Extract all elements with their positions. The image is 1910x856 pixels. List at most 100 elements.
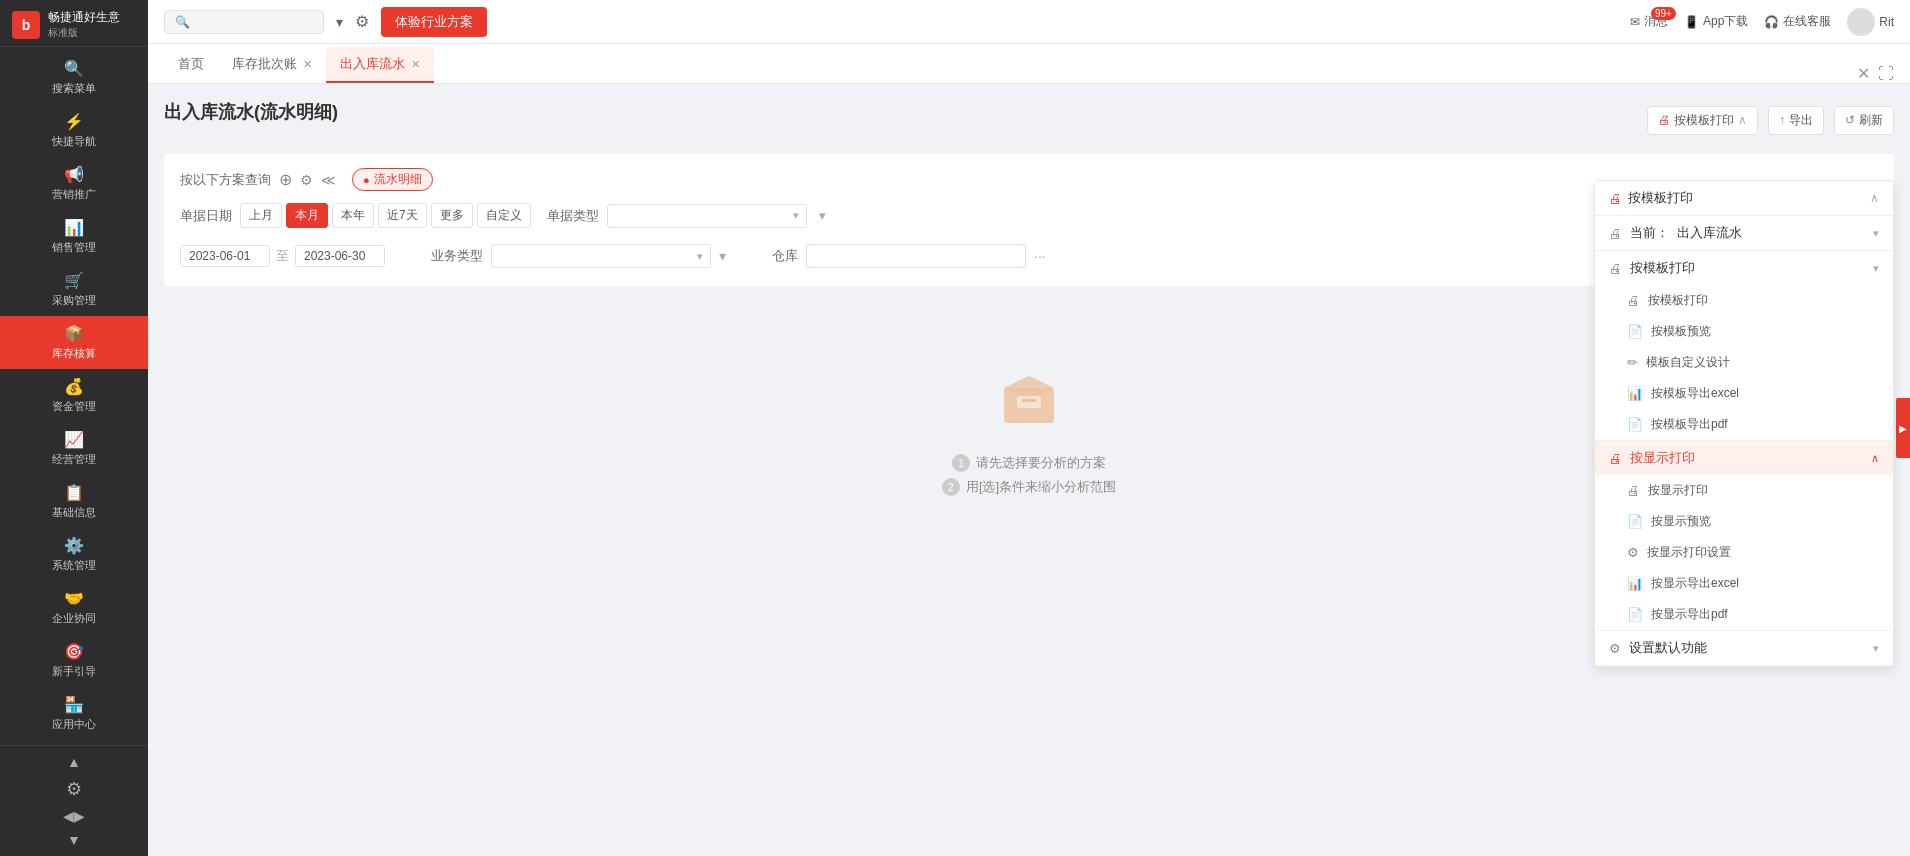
hint-2-num: 2 [942,478,960,496]
sidebar-item-label: 系统管理 [52,558,96,573]
print-label: 按模板打印 [1674,112,1734,129]
print-panel-current-header[interactable]: 🖨 当前： 出入库流水 ▾ [1595,216,1893,250]
sidebar-item-coop[interactable]: 🤝 企业协同 [0,581,148,634]
sidebar-item-appstore[interactable]: 🏪 应用中心 [0,687,148,740]
app-download-label: App下载 [1703,13,1748,30]
export-label: 导出 [1789,112,1813,129]
app-header: 🔍 ▾ ⚙ 体验行业方案 ✉ 消息 99+ 📱 App下载 🎧 在线客服 Rit [148,0,1910,44]
empty-hint-2: 2 用[选]条件来缩小分析范围 [942,478,1116,496]
template-custom-icon: ✏ [1627,355,1638,370]
message-button[interactable]: ✉ 消息 99+ [1630,13,1668,30]
refresh-button[interactable]: ↺ 刷新 [1834,106,1894,135]
sidebar-settings-icon[interactable]: ⚙ [66,778,82,800]
filter-tag-label: 流水明细 [374,171,422,188]
template-print-action-item[interactable]: 🖨 按模板打印 [1595,285,1893,316]
header-search-box[interactable]: 🔍 [164,10,324,34]
display-export-pdf-item[interactable]: 📄 按显示导出pdf [1595,599,1893,630]
date-current-month[interactable]: 本月 [286,203,328,228]
header-dropdown-icon[interactable]: ▾ [336,14,343,30]
sidebar-collapse-icon[interactable]: ◀▶ [63,808,85,824]
print-button[interactable]: 🖨 按模板打印 ∧ [1647,106,1758,135]
date-from-input[interactable] [180,245,270,267]
tab-flow-close[interactable]: ✕ [411,58,420,71]
print-panel-title: 🖨 按模板打印 [1609,189,1693,207]
date-options: 上月 本月 本年 近7天 更多 自定义 [240,203,531,228]
business-type-label: 业务类型 [431,247,483,265]
tab-close-all-icon[interactable]: ✕ [1857,64,1870,83]
print-icon: 🖨 [1658,113,1670,127]
tab-batch[interactable]: 库存批次账 ✕ [218,47,326,83]
date-current-year[interactable]: 本年 [332,203,374,228]
user-avatar-area[interactable]: Rit [1847,8,1894,36]
sales-icon: 📊 [64,218,84,237]
add-filter-icon[interactable]: ⊕ [279,170,292,189]
template-print-arrow: ▾ [1873,262,1879,275]
sidebar-item-basic[interactable]: 📋 基础信息 [0,475,148,528]
template-print-header[interactable]: 🖨 按模板打印 ▾ [1595,251,1893,285]
sidebar-item-operation[interactable]: 📈 经营管理 [0,422,148,475]
filter-settings-icon[interactable]: ⚙ [300,172,313,188]
tab-flow[interactable]: 出入库流水 ✕ [326,47,434,83]
trial-button[interactable]: 体验行业方案 [381,7,487,37]
sidebar-item-inventory[interactable]: 📦 库存核算 [0,316,148,369]
template-export-pdf-item[interactable]: 📄 按模板导出pdf [1595,409,1893,440]
header-settings-icon[interactable]: ⚙ [355,12,369,31]
display-preview-item[interactable]: 📄 按显示预览 [1595,506,1893,537]
print-panel-collapse-icon[interactable]: ∧ [1870,191,1879,205]
sidebar-item-search[interactable]: 🔍 搜索菜单 [0,51,148,104]
display-print-header[interactable]: 🖨 按显示打印 ∧ [1595,441,1893,475]
print-panel-current-title: 🖨 当前： 出入库流水 [1609,224,1742,242]
sidebar-item-sales[interactable]: 📊 销售管理 [0,210,148,263]
business-type-select-wrap [491,244,711,268]
sidebar-scroll-up[interactable]: ▲ [67,754,81,770]
date-custom[interactable]: 自定义 [477,203,531,228]
date-more[interactable]: 更多 [431,203,473,228]
app-download-button[interactable]: 📱 App下载 [1684,13,1748,30]
tab-home-label: 首页 [178,55,204,73]
filter-collapse-icon[interactable]: ≪ [321,172,336,188]
export-button[interactable]: ↑ 导出 [1768,106,1824,135]
set-default-arrow: ▾ [1873,642,1879,655]
tab-home[interactable]: 首页 [164,47,218,83]
display-print-arrow: ∧ [1871,452,1879,465]
guide-icon: 🎯 [64,642,84,661]
header-right: ✉ 消息 99+ 📱 App下载 🎧 在线客服 Rit [1630,8,1894,36]
display-print-settings-item[interactable]: ⚙ 按显示打印设置 [1595,537,1893,568]
empty-hint-1: 1 请先选择要分析的方案 [952,454,1106,472]
bill-type-more-icon[interactable]: ▾ [819,208,826,223]
sidebar-item-shortcut[interactable]: ⚡ 快捷导航 [0,104,148,157]
display-print-action-item[interactable]: 🖨 按显示打印 [1595,475,1893,506]
bill-type-select[interactable] [607,204,807,228]
display-export-excel-item[interactable]: 📊 按显示导出excel [1595,568,1893,599]
sidebar-item-system[interactable]: ⚙️ 系统管理 [0,528,148,581]
warehouse-input[interactable] [806,244,1026,268]
display-print-section-icon: 🖨 [1609,451,1622,466]
sidebar-item-label: 销售管理 [52,240,96,255]
tab-maximize-icon[interactable]: ⛶ [1878,65,1894,83]
template-export-pdf-icon: 📄 [1627,417,1643,432]
template-preview-item[interactable]: 📄 按模板预览 [1595,316,1893,347]
filter-tag[interactable]: ● 流水明细 [352,168,433,191]
warehouse-dots-icon[interactable]: ··· [1034,248,1046,264]
date-prev-month[interactable]: 上月 [240,203,282,228]
tab-batch-close[interactable]: ✕ [303,58,312,71]
template-print-item-icon: 🖨 [1627,293,1640,308]
service-button[interactable]: 🎧 在线客服 [1764,13,1831,30]
date-last-7[interactable]: 近7天 [378,203,427,228]
template-export-excel-item[interactable]: 📊 按模板导出excel [1595,378,1893,409]
business-type-select[interactable] [491,244,711,268]
sidebar-item-label: 快捷导航 [52,134,96,149]
right-scroll-indicator[interactable]: ▶ [1896,398,1910,458]
template-print-submenu: 🖨 按模板打印 📄 按模板预览 ✏ 模板自定义设计 📊 按模板导出excel [1595,285,1893,440]
sidebar-item-guide[interactable]: 🎯 新手引导 [0,634,148,687]
sidebar-item-purchase[interactable]: 🛒 采购管理 [0,263,148,316]
template-custom-item[interactable]: ✏ 模板自定义设计 [1595,347,1893,378]
display-export-pdf-icon: 📄 [1627,607,1643,622]
tab-bar: 首页 库存批次账 ✕ 出入库流水 ✕ ✕ ⛶ [148,44,1910,84]
date-to-input[interactable] [295,245,385,267]
sidebar-scroll-down[interactable]: ▼ [67,832,81,848]
sidebar-item-finance[interactable]: 💰 资金管理 [0,369,148,422]
set-default-header[interactable]: ⚙ 设置默认功能 ▾ [1595,631,1893,665]
service-icon: 🎧 [1764,15,1779,29]
sidebar-item-marketing[interactable]: 📢 营销推广 [0,157,148,210]
